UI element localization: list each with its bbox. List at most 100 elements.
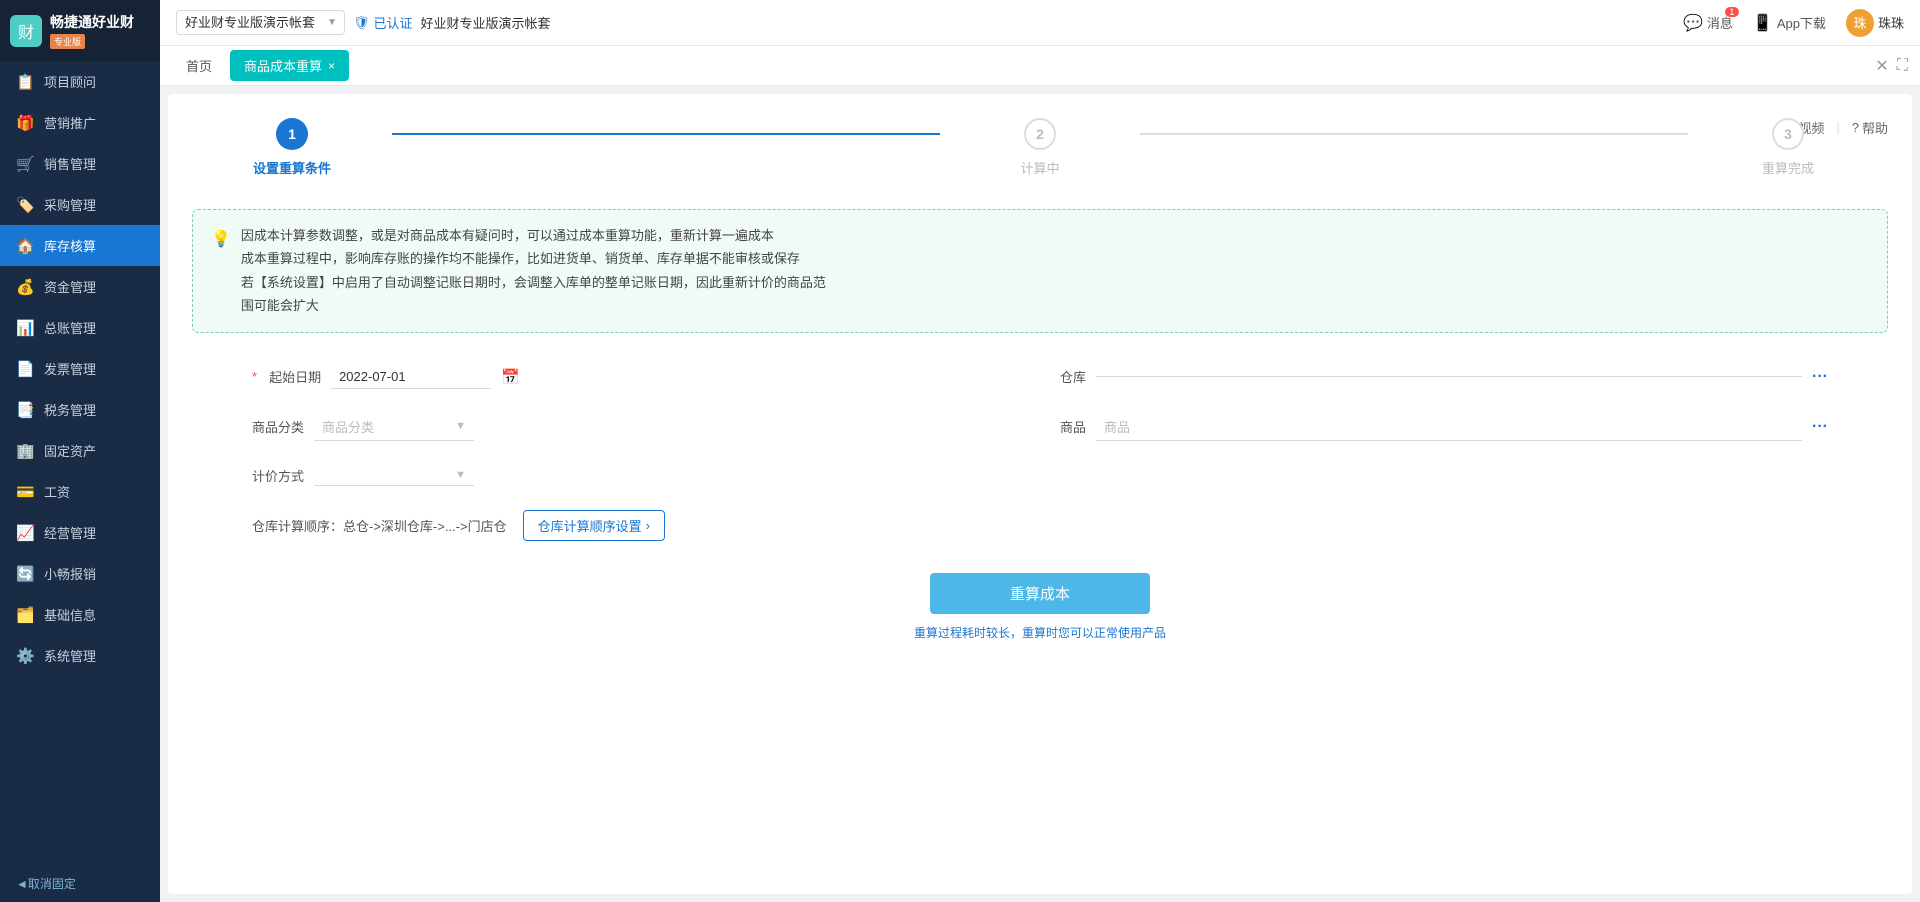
- sidebar-label-project: 项目顾问: [44, 72, 96, 91]
- app-download-action[interactable]: 📱 App下载: [1753, 13, 1826, 33]
- sidebar-item-inventory[interactable]: 🏠 库存核算: [0, 225, 160, 266]
- sidebar-label-system: 系统管理: [44, 646, 96, 665]
- sidebar-item-operation[interactable]: 📈 经营管理: [0, 512, 160, 553]
- step3-label: 重算完成: [1762, 158, 1814, 177]
- step2-circle: 2: [1024, 118, 1056, 150]
- help-label: 帮助: [1862, 118, 1888, 137]
- step2-number: 2: [1036, 126, 1044, 142]
- header-right: 💬 消息 1 📱 App下载 珠 珠珠: [1683, 9, 1904, 37]
- verified-badge: 🛡 已认证: [353, 13, 413, 32]
- step1-number: 1: [288, 126, 296, 142]
- header: 好业财专业版演示帐套 ▼ 🛡 已认证 好业财专业版演示帐套 💬 消息 1 📱 A…: [160, 0, 1920, 46]
- info-line-1: 因成本计算参数调整，或是对商品成本有疑问时，可以通过成本重算功能，重新计算一遍成…: [241, 224, 826, 247]
- info-box: 💡 因成本计算参数调整，或是对商品成本有疑问时，可以通过成本重算功能，重新计算一…: [192, 209, 1888, 333]
- sidebar-label-finance: 资金管理: [44, 277, 96, 296]
- message-badge: 1: [1725, 7, 1739, 17]
- invoice-icon: 📄: [16, 360, 34, 378]
- help-link[interactable]: ? 帮助: [1852, 118, 1888, 137]
- expand-window-icon[interactable]: ⛶: [1897, 57, 1908, 75]
- sidebar-item-assets[interactable]: 🏢 固定资产: [0, 430, 160, 471]
- step1-circle: 1: [276, 118, 308, 150]
- step-line-2-3: [1140, 133, 1688, 135]
- info-icon: 💡: [211, 226, 231, 318]
- mobile-icon: 📱: [1753, 13, 1773, 33]
- content-area: 1 设置重算条件 2 计算中 3 重算完成 ▶ 视频: [168, 94, 1912, 894]
- sidebar-item-project[interactable]: 📋 项目顾问: [0, 61, 160, 102]
- sidebar-item-invoice[interactable]: 📄 发票管理: [0, 348, 160, 389]
- tax-icon: 📑: [16, 401, 34, 419]
- warehouse-order-settings-button[interactable]: 仓库计算顺序设置 ›: [523, 510, 665, 541]
- sidebar-label-expense: 小畅报销: [44, 564, 96, 583]
- sidebar-label-assets: 固定资产: [44, 441, 96, 460]
- sidebar-item-purchase[interactable]: 🏷️ 采购管理: [0, 184, 160, 225]
- step2-label: 计算中: [1020, 158, 1059, 177]
- logo-icon: 财: [10, 15, 42, 47]
- avatar: 珠: [1846, 9, 1874, 37]
- sidebar-item-ledger[interactable]: 📊 总账管理: [0, 307, 160, 348]
- recalc-hint: 重算过程耗时较长，重算时您可以正常使用产品: [914, 624, 1166, 641]
- sidebar-item-expense[interactable]: 🔄 小畅报销: [0, 553, 160, 594]
- purchase-icon: 🏷️: [16, 196, 34, 214]
- goods-more-icon[interactable]: ···: [1812, 418, 1828, 436]
- category-field: 商品分类 商品分类 ▼: [252, 413, 1020, 441]
- sidebar-nav: 📋 项目顾问 🎁 营销推广 🛒 销售管理 🏷️ 采购管理 🏠 库存核算 💰 资金…: [0, 61, 160, 865]
- sidebar-label-tax: 税务管理: [44, 400, 96, 419]
- price-method-select[interactable]: ▼: [314, 465, 474, 486]
- category-dropdown-icon: ▼: [455, 420, 466, 432]
- expense-icon: 🔄: [16, 565, 34, 583]
- basic-icon: 🗂️: [16, 606, 34, 624]
- goods-input[interactable]: 商品: [1096, 413, 1802, 441]
- sidebar-item-marketing[interactable]: 🎁 营销推广: [0, 102, 160, 143]
- tab-cost-recalc[interactable]: 商品成本重算 ×: [230, 50, 349, 81]
- pin-toggle-label: ◄取消固定: [16, 875, 76, 892]
- form-row-2: 商品分类 商品分类 ▼ 商品 商品 ···: [252, 413, 1828, 441]
- message-action[interactable]: 💬 消息 1: [1683, 13, 1733, 33]
- user-profile[interactable]: 珠 珠珠: [1846, 9, 1904, 37]
- sidebar-label-inventory: 库存核算: [44, 236, 96, 255]
- sidebar-pin-toggle[interactable]: ◄取消固定: [0, 865, 160, 902]
- goods-field: 商品 商品 ···: [1060, 413, 1828, 441]
- warehouse-order-label: 仓库计算顺序：总仓->深圳仓库->...->门店仓: [252, 516, 507, 535]
- sidebar-item-system[interactable]: ⚙️ 系统管理: [0, 635, 160, 676]
- tabs-bar: 首页 商品成本重算 × ✕ ⛶: [160, 46, 1920, 86]
- company-select[interactable]: 好业财专业版演示帐套: [176, 10, 345, 35]
- sidebar-label-operation: 经营管理: [44, 523, 96, 542]
- version-badge: 专业版: [50, 34, 85, 49]
- sidebar-label-marketing: 营销推广: [44, 113, 96, 132]
- sidebar-item-finance[interactable]: 💰 资金管理: [0, 266, 160, 307]
- required-asterisk: *: [252, 369, 257, 384]
- warehouse-label: 仓库: [1060, 367, 1086, 386]
- info-line-2: 成本重算过程中，影响库存账的操作均不能操作，比如进货单、销货单、库存单据不能审核…: [241, 247, 826, 270]
- category-placeholder: 商品分类: [322, 417, 374, 436]
- marketing-icon: 🎁: [16, 114, 34, 132]
- calendar-icon[interactable]: 📅: [501, 368, 520, 386]
- price-method-label: 计价方式: [252, 466, 304, 485]
- sidebar-item-salary[interactable]: 💳 工资: [0, 471, 160, 512]
- category-label: 商品分类: [252, 417, 304, 436]
- sidebar-item-sales[interactable]: 🛒 销售管理: [0, 143, 160, 184]
- user-name: 珠珠: [1878, 13, 1904, 32]
- company-name: 好业财专业版演示帐套: [421, 13, 551, 32]
- start-date-input[interactable]: [331, 365, 491, 389]
- sidebar: 财 畅捷通好业财 专业版 📋 项目顾问 🎁 营销推广 🛒 销售管理 🏷️ 采购管…: [0, 0, 160, 902]
- recalc-section: 重算成本 重算过程耗时较长，重算时您可以正常使用产品: [252, 573, 1828, 641]
- warehouse-more-icon[interactable]: ···: [1812, 368, 1828, 386]
- chevron-right-icon: ›: [646, 518, 650, 533]
- info-line-4: 围可能会扩大: [241, 294, 826, 317]
- recalculate-button[interactable]: 重算成本: [930, 573, 1150, 614]
- sidebar-item-tax[interactable]: 📑 税务管理: [0, 389, 160, 430]
- sidebar-label-basic: 基础信息: [44, 605, 96, 624]
- form-row-3: 计价方式 ▼: [252, 465, 1828, 486]
- step3-number: 3: [1784, 126, 1792, 142]
- close-window-icon[interactable]: ✕: [1875, 56, 1888, 76]
- sidebar-item-basic[interactable]: 🗂️ 基础信息: [0, 594, 160, 635]
- tab-close-icon[interactable]: ×: [328, 59, 335, 73]
- sidebar-label-salary: 工资: [44, 482, 70, 501]
- tab-home[interactable]: 首页: [172, 50, 226, 81]
- goods-label: 商品: [1060, 417, 1086, 436]
- form-section: * 起始日期 📅 仓库 ··· 商品分类 商品分类 ▼: [192, 365, 1888, 641]
- message-icon: 💬: [1683, 13, 1703, 33]
- category-select[interactable]: 商品分类 ▼: [314, 413, 474, 441]
- warehouse-order-row: 仓库计算顺序：总仓->深圳仓库->...->门店仓 仓库计算顺序设置 ›: [252, 510, 1828, 541]
- sidebar-label-purchase: 采购管理: [44, 195, 96, 214]
